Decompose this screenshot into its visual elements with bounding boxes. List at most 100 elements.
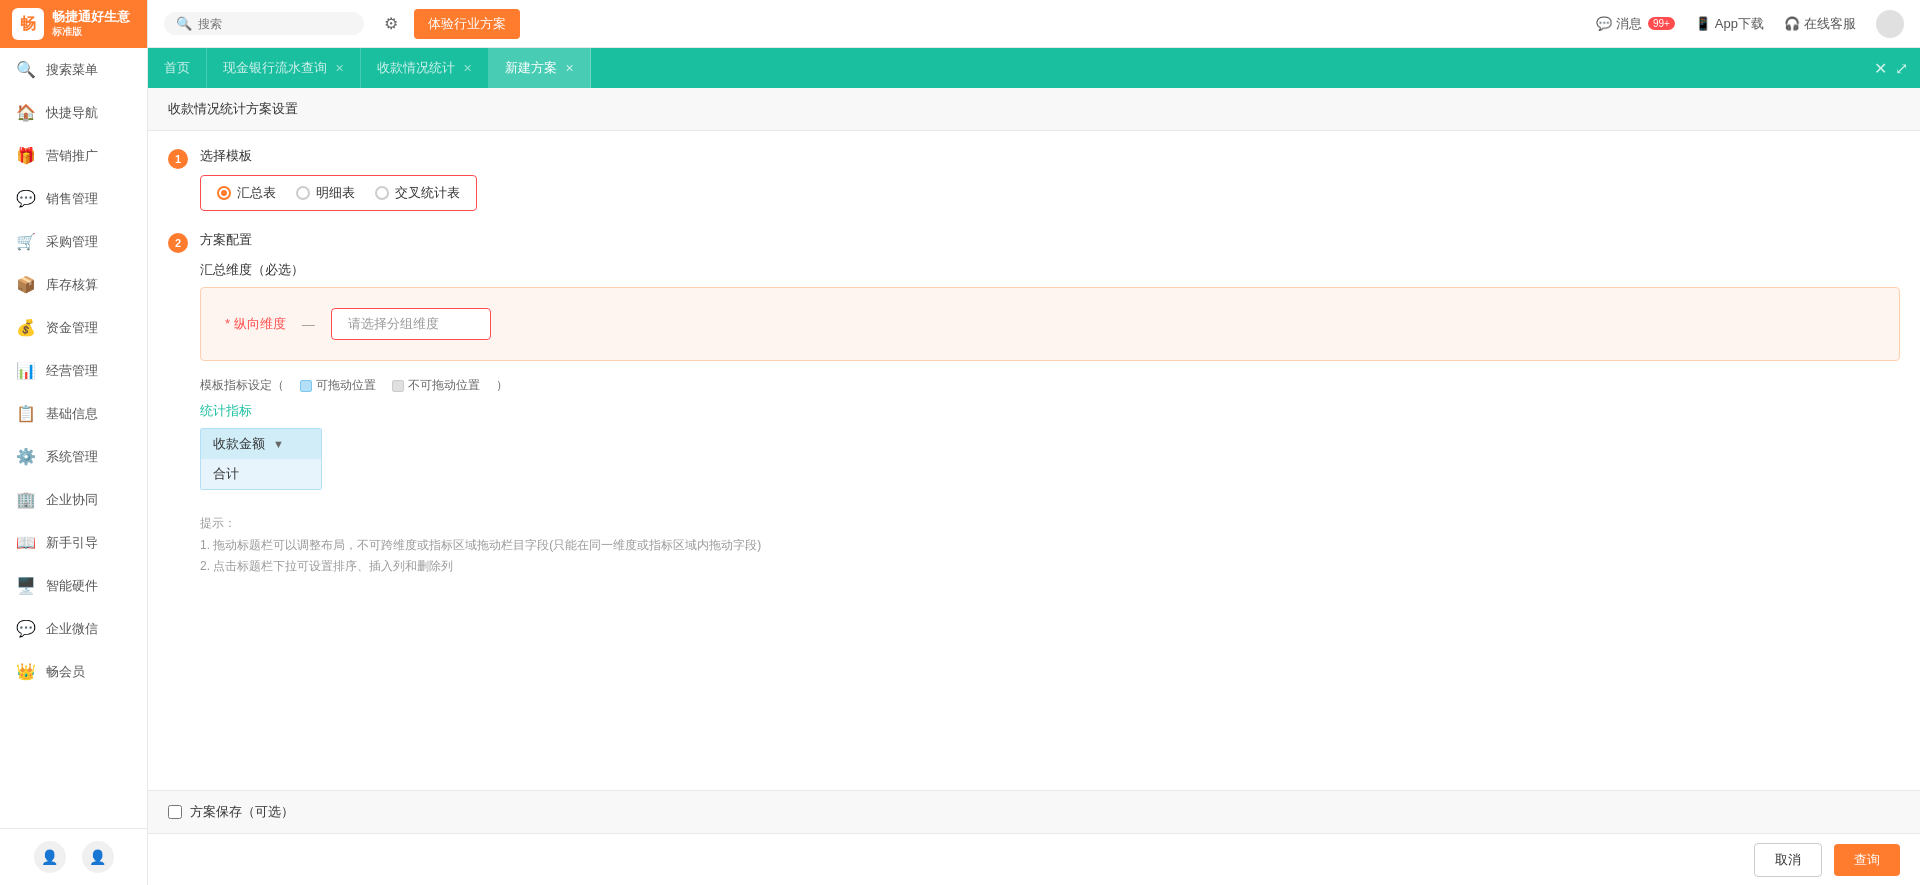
sidebar-item-guide[interactable]: 📖 新手引导: [0, 521, 147, 564]
sidebar-item-corp[interactable]: 🏢 企业协同: [0, 478, 147, 521]
sidebar-item-inventory[interactable]: 📦 库存核算: [0, 263, 147, 306]
sidebar-item-hardware[interactable]: 🖥️ 智能硬件: [0, 564, 147, 607]
sidebar-item-search-menu[interactable]: 🔍 搜索菜单: [0, 48, 147, 91]
sidebar-item-label: 系统管理: [46, 448, 98, 466]
query-button[interactable]: 查询: [1834, 844, 1900, 876]
marketing-icon: 🎁: [16, 146, 36, 165]
template-radio-group: 汇总表 明细表 交叉统计表: [217, 184, 460, 202]
sidebar-item-label: 基础信息: [46, 405, 98, 423]
sidebar-item-label: 销售管理: [46, 190, 98, 208]
cancel-button[interactable]: 取消: [1754, 843, 1822, 877]
tab-home[interactable]: 首页: [148, 48, 207, 88]
tab-expand-icon[interactable]: ⤢: [1895, 59, 1908, 78]
step1-number: 1: [168, 149, 188, 169]
fixed-label: 不可拖动位置: [408, 377, 480, 394]
corp-icon: 🏢: [16, 490, 36, 509]
tab-bank-flow[interactable]: 现金银行流水查询 ✕: [207, 48, 361, 88]
sidebar-item-label: 畅会员: [46, 663, 85, 681]
logo-name: 畅捷通好生意: [52, 9, 130, 25]
dimension-select[interactable]: 请选择分组维度: [331, 308, 491, 340]
metrics-legend: 模板指标设定（ 可拖动位置 不可拖动位置 ）: [200, 377, 1900, 394]
metrics-table: 收款金额 ▼ 合计: [200, 428, 322, 490]
radio-detail[interactable]: 明细表: [296, 184, 355, 202]
save-checkbox[interactable]: [168, 805, 182, 819]
tab-bank-flow-label: 现金银行流水查询: [223, 59, 327, 77]
message-item[interactable]: 💬 消息 99+: [1596, 15, 1675, 33]
search-bar[interactable]: 🔍: [164, 12, 364, 35]
tab-close-all-icon[interactable]: ✕: [1874, 59, 1887, 78]
radio-cross[interactable]: 交叉统计表: [375, 184, 460, 202]
radio-detail-label: 明细表: [316, 184, 355, 202]
service-item[interactable]: 🎧 在线客服: [1784, 15, 1856, 33]
tips-item-2: 2. 点击标题栏下拉可设置排序、插入列和删除列: [200, 559, 453, 573]
vertical-dimension-label: * 纵向维度: [225, 315, 286, 333]
guide-icon: 📖: [16, 533, 36, 552]
service-label: 在线客服: [1804, 15, 1856, 33]
sidebar-bottom: 👤 👤: [0, 828, 147, 885]
search-input[interactable]: [198, 17, 338, 31]
draggable-label: 可拖动位置: [316, 377, 376, 394]
sidebar-item-sales[interactable]: 💬 销售管理: [0, 177, 147, 220]
sidebar-item-wechat[interactable]: 💬 企业微信: [0, 607, 147, 650]
sidebar-item-marketing[interactable]: 🎁 营销推广: [0, 134, 147, 177]
purchase-icon: 🛒: [16, 232, 36, 251]
topbar-right: 💬 消息 99+ 📱 App下载 🎧 在线客服: [1596, 10, 1904, 38]
tab-collection-stats-label: 收款情况统计: [377, 59, 455, 77]
sidebar-item-quick-nav[interactable]: 🏠 快捷导航: [0, 91, 147, 134]
settings-icon[interactable]: ⚙: [384, 14, 398, 33]
sidebar-avatar-2[interactable]: 👤: [82, 841, 114, 873]
fixed-dot: [392, 380, 404, 392]
sidebar-item-label: 经营管理: [46, 362, 98, 380]
page-title: 收款情况统计方案设置: [148, 88, 1920, 131]
sidebar-item-label: 库存核算: [46, 276, 98, 294]
user-avatar[interactable]: [1876, 10, 1904, 38]
sidebar-item-label: 企业协同: [46, 491, 98, 509]
legend-draggable: 可拖动位置: [300, 377, 376, 394]
sidebar-item-purchase[interactable]: 🛒 采购管理: [0, 220, 147, 263]
radio-summary[interactable]: 汇总表: [217, 184, 276, 202]
tab-collection-stats[interactable]: 收款情况统计 ✕: [361, 48, 489, 88]
industry-plan-button[interactable]: 体验行业方案: [414, 9, 520, 39]
tab-collection-stats-close[interactable]: ✕: [463, 62, 472, 75]
step1-content: 选择模板 汇总表 明细表: [200, 147, 1900, 211]
radio-cross-label: 交叉统计表: [395, 184, 460, 202]
basic-icon: 📋: [16, 404, 36, 423]
tabbar: 首页 现金银行流水查询 ✕ 收款情况统计 ✕ 新建方案 ✕ ✕ ⤢: [148, 48, 1920, 88]
logo-edition: 标准版: [52, 25, 130, 39]
metrics-header-label: 收款金额: [213, 435, 265, 453]
radio-summary-label: 汇总表: [237, 184, 276, 202]
tab-new-plan-close[interactable]: ✕: [565, 62, 574, 75]
metrics-table-header[interactable]: 收款金额 ▼: [201, 429, 321, 459]
metrics-section: 模板指标设定（ 可拖动位置 不可拖动位置 ）: [200, 377, 1900, 493]
search-menu-icon: 🔍: [16, 60, 36, 79]
main-area: 🔍 ⚙ 体验行业方案 💬 消息 99+ 📱 App下载 🎧 在线客服 首页: [148, 0, 1920, 885]
download-item[interactable]: 📱 App下载: [1695, 15, 1764, 33]
tips-title: 提示：: [200, 516, 236, 530]
save-section: 方案保存（可选）: [148, 790, 1920, 833]
metrics-section-prefix: 模板指标设定（: [200, 377, 284, 394]
sidebar-item-label: 资金管理: [46, 319, 98, 337]
config-section: 汇总维度（必选） * 纵向维度 — 请选择分组维度 模板指标设定（: [200, 261, 1900, 578]
tab-bank-flow-close[interactable]: ✕: [335, 62, 344, 75]
logo-icon: 畅: [12, 8, 44, 40]
sidebar-item-label: 采购管理: [46, 233, 98, 251]
finance-icon: 💰: [16, 318, 36, 337]
sidebar: 畅 畅捷通好生意 标准版 🔍 搜索菜单 🏠 快捷导航 🎁 营销推广 💬 销售管理…: [0, 0, 148, 885]
sidebar-item-member[interactable]: 👑 畅会员: [0, 650, 147, 693]
tab-new-plan[interactable]: 新建方案 ✕: [489, 48, 591, 88]
sidebar-avatar-1[interactable]: 👤: [34, 841, 66, 873]
dimension-area: * 纵向维度 — 请选择分组维度: [200, 287, 1900, 361]
radio-detail-circle: [296, 186, 310, 200]
metrics-dropdown-icon[interactable]: ▼: [273, 438, 284, 450]
sidebar-item-finance[interactable]: 💰 资金管理: [0, 306, 147, 349]
tab-new-plan-label: 新建方案: [505, 59, 557, 77]
content-area: 收款情况统计方案设置 1 选择模板 汇总表: [148, 88, 1920, 885]
sidebar-item-label: 快捷导航: [46, 104, 98, 122]
arrow: —: [302, 317, 315, 332]
page-wrapper: 收款情况统计方案设置 1 选择模板 汇总表: [148, 88, 1920, 833]
sidebar-logo: 畅 畅捷通好生意 标准版: [0, 0, 147, 48]
sidebar-item-system[interactable]: ⚙️ 系统管理: [0, 435, 147, 478]
step2-number: 2: [168, 233, 188, 253]
sidebar-item-operation[interactable]: 📊 经营管理: [0, 349, 147, 392]
sidebar-item-basic[interactable]: 📋 基础信息: [0, 392, 147, 435]
